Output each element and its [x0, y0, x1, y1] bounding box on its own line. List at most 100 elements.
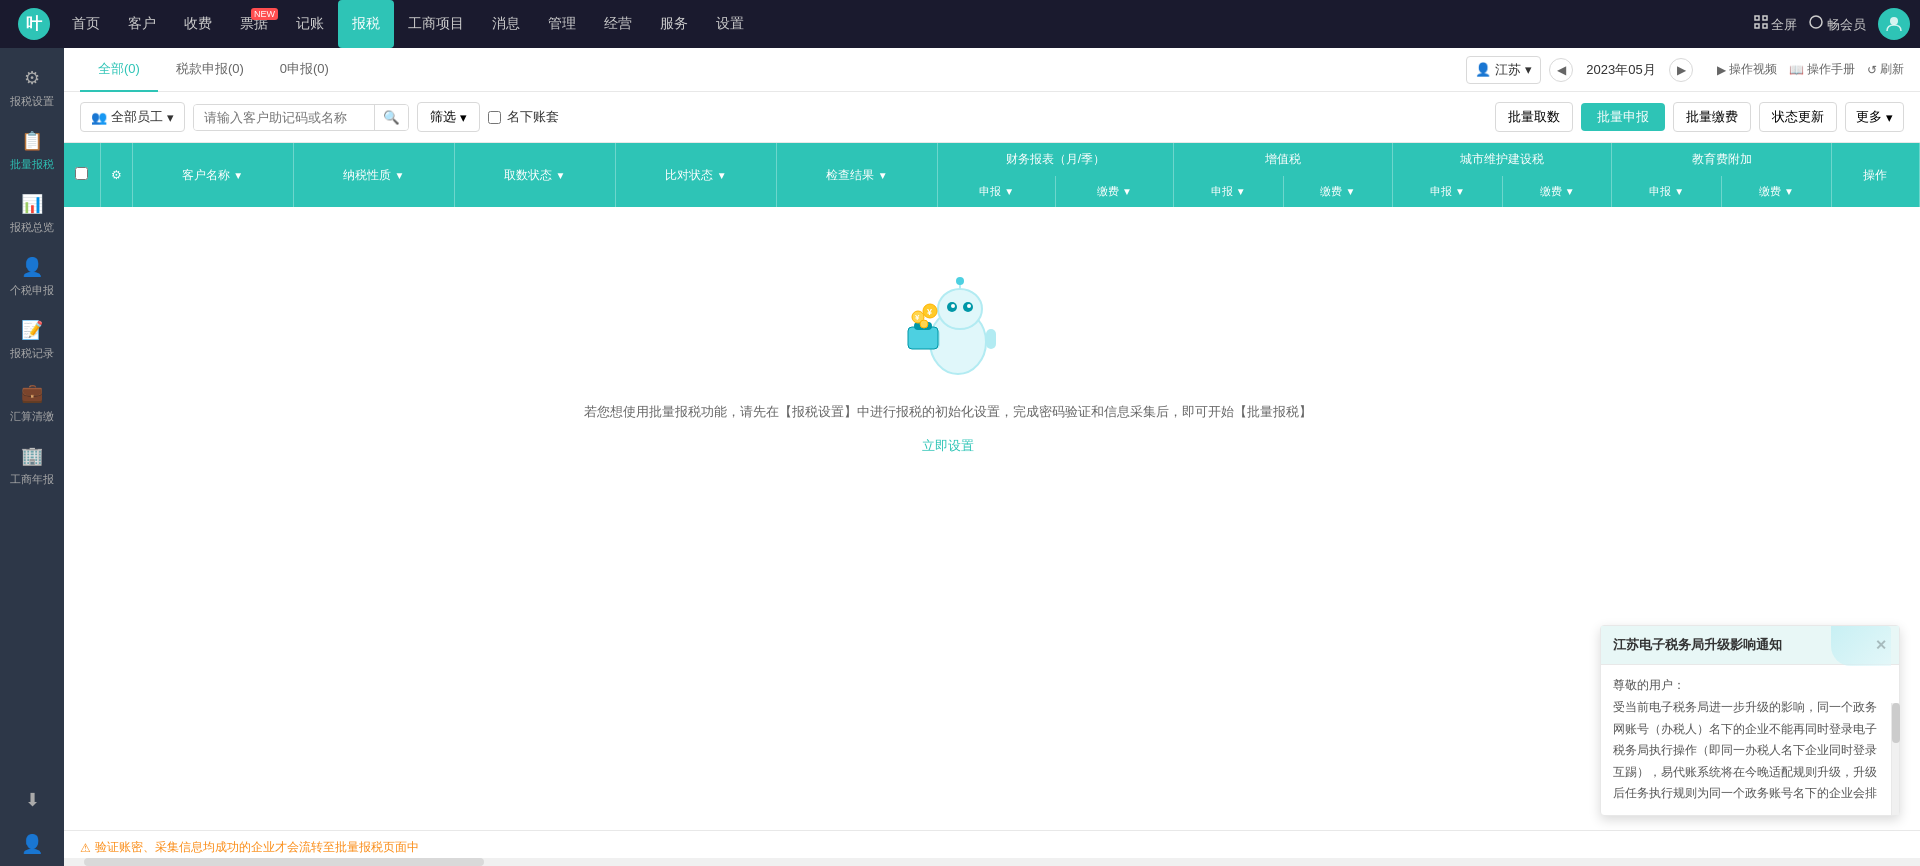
th-compare-status: 比对状态 ▼ — [615, 143, 776, 207]
svg-point-13 — [956, 277, 964, 285]
th-check-result: 检查结果 ▼ — [777, 143, 938, 207]
th-vat-declare: 申报 ▼ — [1173, 176, 1283, 207]
nav-manage[interactable]: 管理 — [534, 0, 590, 48]
sidebar-bottom: ⬇ 👤 — [16, 778, 48, 866]
date-navigation: ◀ 2023年05月 ▶ — [1549, 58, 1693, 82]
sidebar-item-tax-settings[interactable]: ⚙ 报税设置 — [0, 56, 64, 119]
batch-tax-icon: 📋 — [20, 129, 44, 153]
svg-rect-2 — [1755, 24, 1759, 28]
sidebar: ⚙ 报税设置 📋 批量报税 📊 报税总览 👤 个税申报 📝 报税记录 💼 汇算清… — [0, 48, 64, 866]
filter-button[interactable]: 筛选 ▾ — [417, 102, 480, 132]
setup-link[interactable]: 立即设置 — [922, 437, 974, 455]
th-financial-declare: 申报 ▼ — [938, 176, 1056, 207]
sidebar-item-annual-report[interactable]: 🏢 工商年报 — [0, 434, 64, 497]
top-right-actions: 全屏 畅会员 — [1754, 8, 1910, 40]
data-table: ⚙ 客户名称 ▼ 纳税性质 ▼ 取数状态 ▼ 比对状态 ▼ 检查结果 ▼ 财务报… — [64, 143, 1920, 515]
nav-home[interactable]: 首页 — [58, 0, 114, 48]
avatar[interactable] — [1878, 8, 1910, 40]
sidebar-item-tax-overview[interactable]: 📊 报税总览 — [0, 182, 64, 245]
svg-text:¥: ¥ — [927, 307, 932, 317]
scroll-thumb[interactable] — [84, 858, 484, 866]
nav-message[interactable]: 消息 — [478, 0, 534, 48]
tab-zero-declare[interactable]: 0申报(0) — [262, 48, 347, 92]
nav-invoice[interactable]: 票据 NEW — [226, 0, 282, 48]
settlement-icon: 💼 — [20, 381, 44, 405]
select-all-checkbox[interactable] — [75, 167, 88, 180]
nav-billing[interactable]: 收费 — [170, 0, 226, 48]
empty-description: 若您想使用批量报税功能，请先在【报税设置】中进行报税的初始化设置，完成密码验证和… — [584, 403, 1312, 421]
bottom-notice: ⚠ 验证账密、采集信息均成功的企业才会流转至批量报税页面中 — [80, 839, 419, 856]
sidebar-item-user[interactable]: 👤 — [16, 822, 48, 866]
refresh-btn[interactable]: ↺ 刷新 — [1867, 61, 1904, 78]
prev-month-button[interactable]: ◀ — [1549, 58, 1573, 82]
th-edu-tax: 教育费附加 — [1612, 143, 1831, 176]
sidebar-item-tax-records[interactable]: 📝 报税记录 — [0, 308, 64, 371]
nav-accounting[interactable]: 记账 — [282, 0, 338, 48]
batch-pay-button[interactable]: 批量缴费 — [1673, 102, 1751, 132]
next-month-button[interactable]: ▶ — [1669, 58, 1693, 82]
th-vat-pay: 缴费 ▼ — [1283, 176, 1393, 207]
operation-video-btn[interactable]: ▶ 操作视频 — [1717, 61, 1777, 78]
nav-industry[interactable]: 工商项目 — [394, 0, 478, 48]
account-checkbox[interactable] — [488, 111, 501, 124]
download-icon: ⬇ — [20, 788, 44, 812]
th-tax-type: 纳税性质 ▼ — [293, 143, 454, 207]
th-city-pay: 缴费 ▼ — [1502, 176, 1612, 207]
chevron-down-icon: ▾ — [1525, 62, 1532, 77]
horizontal-scrollbar[interactable] — [64, 858, 1920, 866]
tab-tax-declare[interactable]: 税款申报(0) — [158, 48, 262, 92]
sidebar-item-batch-tax[interactable]: 📋 批量报税 — [0, 119, 64, 182]
tax-overview-icon: 📊 — [20, 192, 44, 216]
th-edu-pay: 缴费 ▼ — [1722, 176, 1832, 207]
svg-point-10 — [951, 304, 955, 308]
nav-operation[interactable]: 经营 — [590, 0, 646, 48]
robot-illustration: ¥ ¥ — [888, 267, 1008, 387]
batch-fetch-button[interactable]: 批量取数 — [1495, 102, 1573, 132]
more-button[interactable]: 更多 ▾ — [1845, 102, 1904, 132]
tab-all[interactable]: 全部(0) — [80, 48, 158, 92]
notification-scroll-thumb[interactable] — [1892, 703, 1900, 743]
th-vat: 增值税 — [1173, 143, 1392, 176]
logo[interactable]: 叶 — [10, 8, 58, 40]
account-checkbox-label[interactable]: 名下账套 — [488, 108, 559, 126]
nav-tax[interactable]: 报税 — [338, 0, 394, 48]
member-btn[interactable]: 畅会员 — [1809, 15, 1866, 34]
nav-client[interactable]: 客户 — [114, 0, 170, 48]
nav-service[interactable]: 服务 — [646, 0, 702, 48]
notification-scrollbar[interactable] — [1891, 703, 1899, 815]
notification-body: 尊敬的用户： 受当前电子税务局进一步升级的影响，同一个政务网账号（办税人）名下的… — [1601, 665, 1899, 815]
th-action: 操作 — [1831, 143, 1919, 207]
svg-rect-3 — [1763, 24, 1767, 28]
notification-title: 江苏电子税务局升级影响通知 — [1613, 636, 1782, 654]
user-icon: 👤 — [20, 832, 44, 856]
search-button[interactable]: 🔍 — [374, 105, 408, 130]
search-input[interactable] — [194, 105, 374, 130]
chevron-down-icon: ▾ — [167, 110, 174, 125]
employee-icon: 👥 — [91, 110, 107, 125]
new-badge: NEW — [251, 8, 278, 20]
svg-rect-1 — [1763, 16, 1767, 20]
nav-settings[interactable]: 设置 — [702, 0, 758, 48]
annual-report-icon: 🏢 — [20, 444, 44, 468]
top-navigation: 叶 首页 客户 收费 票据 NEW 记账 报税 工商项目 消息 管理 经营 服务… — [0, 0, 1920, 48]
operation-manual-btn[interactable]: 📖 操作手册 — [1789, 61, 1855, 78]
sidebar-item-settlement[interactable]: 💼 汇算清缴 — [0, 371, 64, 434]
current-date: 2023年05月 — [1581, 61, 1661, 79]
empty-row: ¥ ¥ 若您想使用批量报税功能，请先在【报税设置】中进行报税的初始化设置，完成密… — [64, 207, 1920, 515]
personal-tax-icon: 👤 — [20, 255, 44, 279]
region-selector[interactable]: 👤 江苏 ▾ — [1466, 56, 1541, 84]
filter-chevron-icon: ▾ — [460, 110, 467, 125]
sidebar-item-personal-tax[interactable]: 👤 个税申报 — [0, 245, 64, 308]
sidebar-item-download[interactable]: ⬇ — [16, 778, 48, 822]
notif-decoration — [1831, 626, 1891, 666]
batch-declare-button[interactable]: 批量申报 — [1581, 103, 1665, 131]
employee-selector[interactable]: 👥 全部员工 ▾ — [80, 102, 185, 132]
fullscreen-btn[interactable]: 全屏 — [1754, 15, 1798, 34]
notification-popup: 江苏电子税务局升级影响通知 ✕ 尊敬的用户： 受当前电子税务局进一步升级的影响，… — [1600, 625, 1900, 816]
svg-text:¥: ¥ — [915, 313, 920, 322]
tax-settings-icon: ⚙ — [20, 66, 44, 90]
bottom-bar: ⚠ 验证账密、采集信息均成功的企业才会流转至批量报税页面中 — [64, 830, 1920, 866]
svg-point-7 — [938, 289, 982, 329]
status-update-button[interactable]: 状态更新 — [1759, 102, 1837, 132]
person-icon: 👤 — [1475, 62, 1491, 77]
